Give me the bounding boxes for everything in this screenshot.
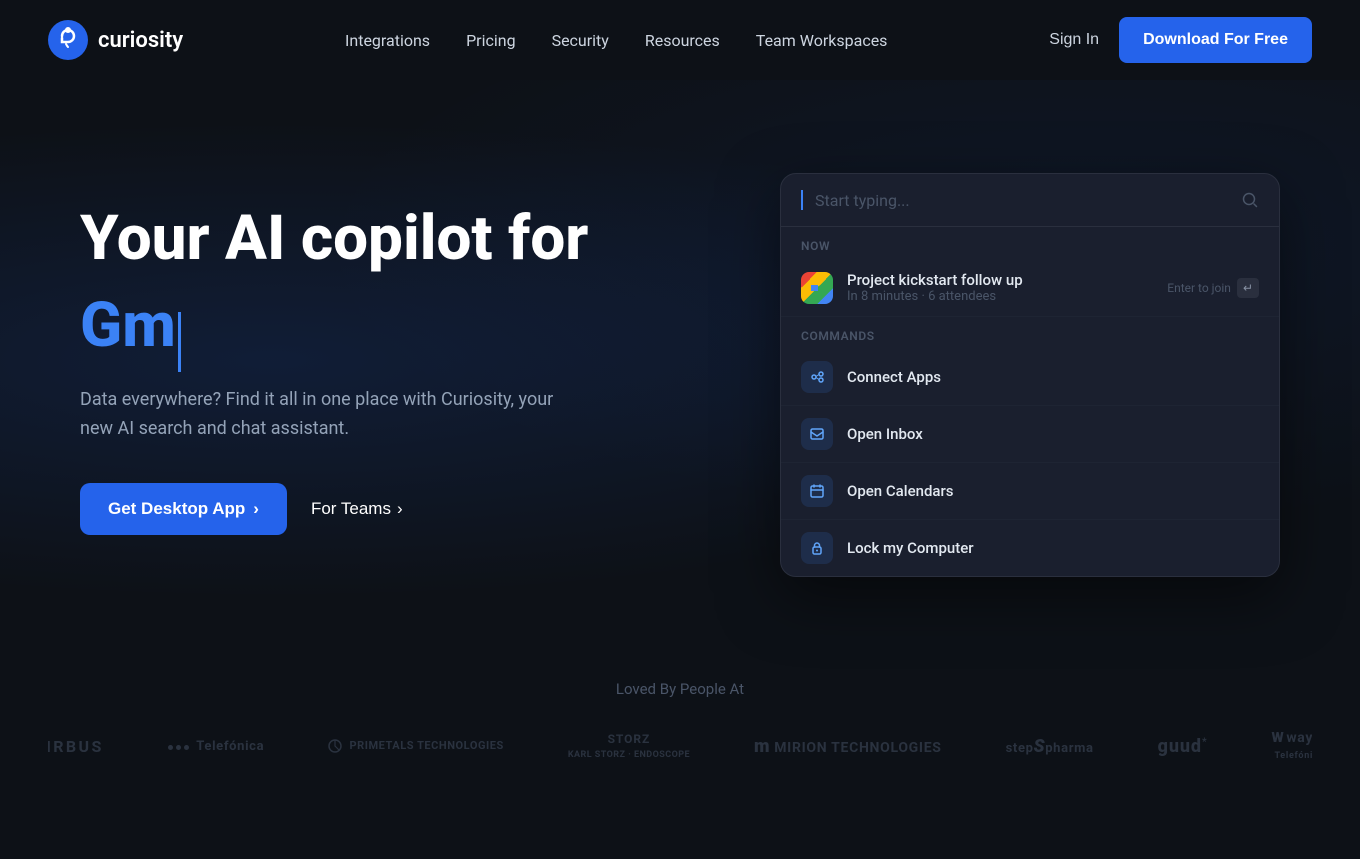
- telefonica-logo: Telefónica: [136, 739, 296, 754]
- sign-in-button[interactable]: Sign In: [1049, 31, 1099, 49]
- hero-right: Start typing... Now Project kickstart fo…: [588, 163, 1280, 577]
- lock-computer-label: Lock my Computer: [847, 539, 1259, 557]
- search-widget: Start typing... Now Project kickstart fo…: [780, 173, 1280, 577]
- meeting-content: Project kickstart follow up In 8 minutes…: [847, 271, 1153, 304]
- open-inbox-content: Open Inbox: [847, 425, 1259, 443]
- companies-label: Loved By People At: [48, 680, 1312, 698]
- hero-title: Your AI copilot for: [80, 205, 588, 273]
- google-meet-icon: [801, 272, 833, 304]
- search-cursor: [801, 190, 803, 210]
- chevron-right-icon: ›: [397, 499, 403, 519]
- logo-link[interactable]: curiosity: [48, 20, 183, 60]
- steppharma-logo: stepSpharma: [974, 736, 1126, 757]
- section-commands-label: Commands: [781, 317, 1279, 349]
- enter-icon: ↵: [1237, 278, 1259, 298]
- calendar-icon: [801, 475, 833, 507]
- storz-logo: STORZKARL STORZ · ENDOSCOPE: [536, 732, 722, 760]
- search-bar[interactable]: Start typing...: [781, 174, 1279, 227]
- command-connect-apps[interactable]: Connect Apps: [781, 349, 1279, 406]
- open-calendars-content: Open Calendars: [847, 482, 1259, 500]
- get-app-button[interactable]: Get Desktop App ›: [80, 483, 287, 535]
- connect-apps-icon: [801, 361, 833, 393]
- inbox-icon: [801, 418, 833, 450]
- hero-animated-line: Gm: [80, 289, 588, 386]
- chevron-right-icon: ›: [253, 499, 259, 519]
- nav-team-workspaces[interactable]: Team Workspaces: [756, 31, 888, 50]
- airbus-logo: AIRBUS: [48, 737, 136, 756]
- hero-subtitle: Data everywhere? Find it all in one plac…: [80, 386, 560, 444]
- open-inbox-label: Open Inbox: [847, 425, 1259, 443]
- connect-apps-content: Connect Apps: [847, 368, 1259, 386]
- search-placeholder: Start typing...: [815, 191, 1229, 210]
- nav-integrations[interactable]: Integrations: [345, 31, 430, 50]
- meeting-action: Enter to join ↵: [1167, 278, 1259, 298]
- companies-row: AIRBUS Telefónica PRIMETALS TECHNOLOGIES…: [48, 730, 1312, 762]
- open-calendars-label: Open Calendars: [847, 482, 1259, 500]
- hero-left: Your AI copilot for Gm Data everywhere? …: [80, 205, 588, 536]
- logo-text: curiosity: [98, 28, 183, 53]
- enter-label: Enter to join: [1167, 281, 1231, 295]
- primetals-logo: PRIMETALS TECHNOLOGIES: [296, 739, 536, 753]
- hero-cta: Get Desktop App › For Teams ›: [80, 483, 588, 535]
- hero-section: Your AI copilot for Gm Data everywhere? …: [0, 80, 1360, 640]
- meeting-row[interactable]: Project kickstart follow up In 8 minutes…: [781, 259, 1279, 317]
- nav-links: Integrations Pricing Security Resources …: [345, 31, 887, 50]
- section-now-label: Now: [781, 227, 1279, 259]
- mirion-logo: mMIRION TECHNOLOGIES: [722, 736, 974, 757]
- for-teams-button[interactable]: For Teams ›: [311, 499, 403, 519]
- meeting-subtitle: In 8 minutes · 6 attendees: [847, 289, 1153, 304]
- nav-actions: Sign In Download For Free: [1049, 17, 1312, 63]
- download-button[interactable]: Download For Free: [1119, 17, 1312, 63]
- command-lock-computer[interactable]: Lock my Computer: [781, 520, 1279, 576]
- hero-animated-word: Gm: [80, 289, 176, 362]
- lock-icon: [801, 532, 833, 564]
- navbar: curiosity Integrations Pricing Security …: [0, 0, 1360, 80]
- companies-section: Loved By People At AIRBUS Telefónica PRI…: [0, 640, 1360, 792]
- command-open-inbox[interactable]: Open Inbox: [781, 406, 1279, 463]
- primetals-icon: [328, 739, 342, 753]
- connect-apps-label: Connect Apps: [847, 368, 1259, 386]
- lock-computer-content: Lock my Computer: [847, 539, 1259, 557]
- guud-logo: guud*: [1126, 736, 1240, 757]
- search-icon: [1241, 191, 1259, 209]
- nav-resources[interactable]: Resources: [645, 31, 720, 50]
- wayra-logo: WwayraTelefónica: [1239, 730, 1312, 762]
- nav-security[interactable]: Security: [552, 31, 609, 50]
- guud-asterisk-icon: *: [1202, 737, 1208, 748]
- command-open-calendars[interactable]: Open Calendars: [781, 463, 1279, 520]
- hero-cursor: [178, 312, 181, 372]
- nav-pricing[interactable]: Pricing: [466, 31, 516, 50]
- meeting-title: Project kickstart follow up: [847, 271, 1153, 289]
- telefonica-dots-icon: [168, 745, 189, 750]
- logo-icon: [48, 20, 88, 60]
